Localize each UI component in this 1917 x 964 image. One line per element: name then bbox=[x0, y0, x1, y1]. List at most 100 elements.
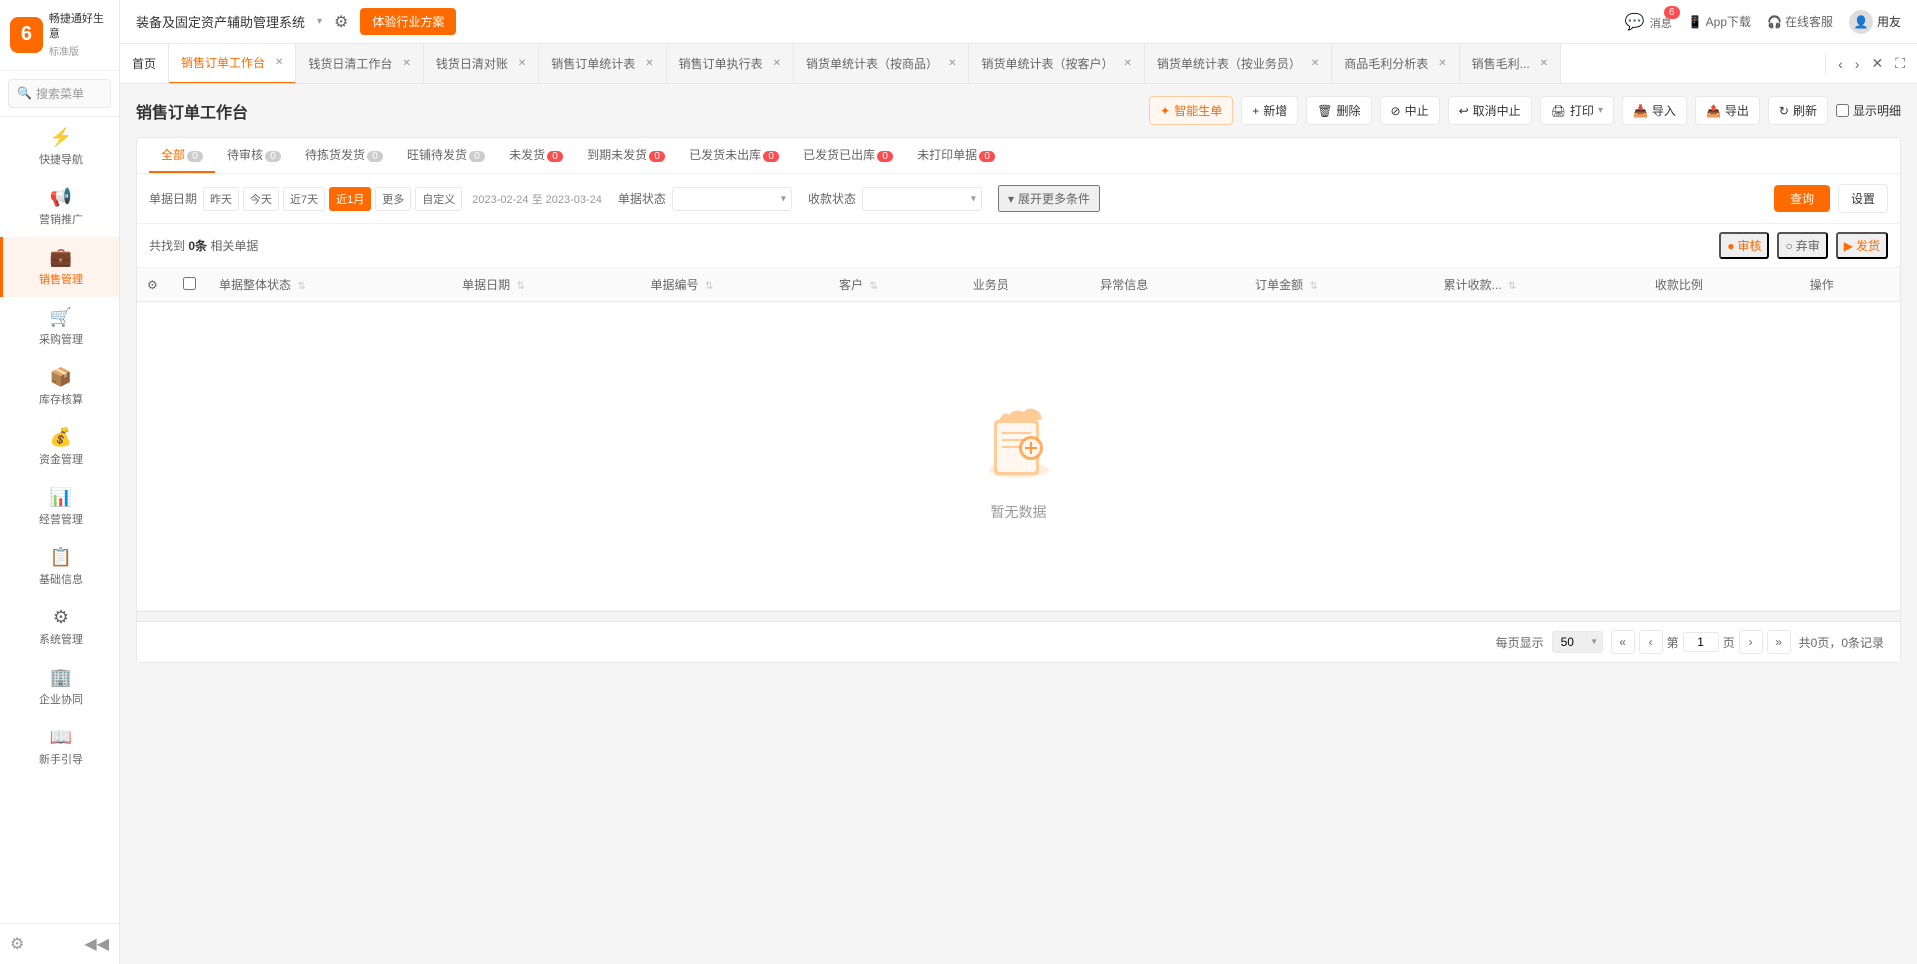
filter-tab-shipped-not-out[interactable]: 已发货未出库0 bbox=[677, 138, 791, 173]
tab-close-all[interactable]: ✕ bbox=[1867, 53, 1887, 74]
trial-button[interactable]: 体验行业方案 bbox=[360, 8, 456, 35]
tab-home[interactable]: 首页 bbox=[120, 44, 169, 84]
last-page-button[interactable]: » bbox=[1767, 630, 1791, 654]
tab-sales-workbench[interactable]: 销售订单工作台 ✕ bbox=[169, 44, 296, 84]
filter-tab-not-shipped[interactable]: 未发货0 bbox=[497, 138, 575, 173]
sidebar-item-guide[interactable]: 📖 新手引导 bbox=[0, 717, 119, 777]
print-button[interactable]: 🖨 打印 ▾ bbox=[1540, 96, 1614, 125]
filter-tab-wangpu[interactable]: 旺铺待发货0 bbox=[395, 138, 497, 173]
sidebar-item-quick-nav[interactable]: ⚡ 快捷导航 bbox=[0, 117, 119, 177]
settings-icon[interactable]: ⚙ bbox=[10, 934, 24, 954]
cancel-stop-button[interactable]: ↩ 取消中止 bbox=[1448, 96, 1532, 125]
stop-button[interactable]: ⊘ 中止 bbox=[1380, 96, 1440, 125]
tab-maximize[interactable]: ⛶ bbox=[1891, 53, 1909, 74]
print-dropdown-arrow[interactable]: ▾ bbox=[1598, 105, 1603, 116]
tab-sales-summary-product-close[interactable]: ✕ bbox=[948, 58, 956, 69]
filter-tab-not-printed[interactable]: 未打印单据0 bbox=[905, 138, 1007, 173]
prev-page-button[interactable]: ‹ bbox=[1639, 630, 1663, 654]
review-icon: ● bbox=[1727, 239, 1734, 253]
tab-gross-analysis-close[interactable]: ✕ bbox=[1438, 58, 1446, 69]
filter-tab-shipped-out[interactable]: 已发货已出库0 bbox=[791, 138, 905, 173]
horizontal-scrollbar[interactable] bbox=[137, 611, 1900, 621]
app-download[interactable]: 📱 App下载 bbox=[1688, 13, 1751, 30]
sidebar-item-system[interactable]: ⚙ 系统管理 bbox=[0, 597, 119, 657]
tab-nav-prev[interactable]: ‹ bbox=[1834, 54, 1847, 74]
status-select[interactable] bbox=[672, 187, 792, 211]
tab-sales-more-close[interactable]: ✕ bbox=[1540, 58, 1548, 69]
header-gear-icon[interactable]: ⚙ bbox=[334, 12, 348, 32]
review-button[interactable]: ● 审核 bbox=[1719, 232, 1769, 259]
tab-sales-summary-staff-close[interactable]: ✕ bbox=[1311, 58, 1319, 69]
date-today[interactable]: 今天 bbox=[243, 187, 279, 211]
date-1month[interactable]: 近1月 bbox=[329, 187, 371, 211]
tab-sales-more[interactable]: 销售毛利... ✕ bbox=[1460, 44, 1561, 84]
page-size-select[interactable]: 10 20 50 100 bbox=[1552, 631, 1603, 653]
tab-gross-analysis[interactable]: 商品毛利分析表 ✕ bbox=[1332, 44, 1459, 84]
display-detail-checkbox[interactable]: 显示明细 bbox=[1836, 102, 1901, 119]
tab-sales-summary-staff[interactable]: 销货单统计表（按业务员） ✕ bbox=[1145, 44, 1332, 84]
tab-sales-exec[interactable]: 销售订单执行表 ✕ bbox=[667, 44, 794, 84]
add-button[interactable]: + 新增 bbox=[1241, 96, 1298, 125]
payment-select[interactable] bbox=[862, 187, 982, 211]
search-menu-button[interactable]: 🔍 搜索菜单 bbox=[8, 79, 111, 108]
tab-cash-reconcile-close[interactable]: ✕ bbox=[518, 58, 526, 69]
collapse-icon[interactable]: ◀◀ bbox=[84, 934, 109, 954]
date-more[interactable]: 更多 bbox=[375, 187, 411, 211]
tab-sales-workbench-close[interactable]: ✕ bbox=[275, 57, 283, 68]
quick-nav-label: 快捷导航 bbox=[39, 151, 83, 167]
online-service[interactable]: 🎧 在线客服 bbox=[1767, 13, 1833, 30]
tab-cash-daily[interactable]: 钱货日清工作台 ✕ bbox=[296, 44, 423, 84]
filter-tab-pending-receive[interactable]: 待拣货发货0 bbox=[293, 138, 395, 173]
tab-sales-summary-product[interactable]: 销货单统计表（按商品） ✕ bbox=[794, 44, 969, 84]
table-scroll-container[interactable]: ⚙ 单据整体状态 ⇅ 单据日期 ⇅ bbox=[137, 268, 1900, 611]
sidebar-item-purchase[interactable]: 🛒 采购管理 bbox=[0, 297, 119, 357]
filter-tab-overdue-not-shipped[interactable]: 到期未发货0 bbox=[575, 138, 677, 173]
header-dropdown-arrow[interactable]: ▾ bbox=[317, 16, 322, 27]
unreview-button[interactable]: ○ 弃审 bbox=[1777, 232, 1827, 259]
sidebar-item-basic-info[interactable]: 📋 基础信息 bbox=[0, 537, 119, 597]
date-custom[interactable]: 自定义 bbox=[415, 187, 462, 211]
tab-nav-next[interactable]: › bbox=[1851, 54, 1864, 74]
tab-sales-stats[interactable]: 销售订单统计表 ✕ bbox=[539, 44, 666, 84]
sidebar-item-enterprise[interactable]: 🏢 企业协同 bbox=[0, 657, 119, 717]
query-button[interactable]: 查询 bbox=[1774, 185, 1830, 212]
tab-sales-summary-customer[interactable]: 销货单统计表（按客户） ✕ bbox=[969, 44, 1144, 84]
delete-button[interactable]: 🗑 删除 bbox=[1306, 96, 1371, 125]
user-menu[interactable]: 👤 用友 bbox=[1849, 10, 1901, 34]
filter-tab-pending-review[interactable]: 待审核0 bbox=[215, 138, 293, 173]
display-detail-input[interactable] bbox=[1836, 104, 1849, 117]
col-no-sort[interactable]: ⇅ bbox=[705, 281, 713, 292]
ship-button[interactable]: ▶ 发货 bbox=[1836, 232, 1888, 259]
sidebar-item-inventory[interactable]: 📦 库存核算 bbox=[0, 357, 119, 417]
sidebar-item-sales[interactable]: 💼 销售管理 bbox=[0, 237, 119, 297]
tab-cash-daily-close[interactable]: ✕ bbox=[402, 58, 410, 69]
col-status-sort[interactable]: ⇅ bbox=[297, 281, 305, 292]
select-all-checkbox[interactable] bbox=[183, 277, 196, 290]
filter-tab-all[interactable]: 全部0 bbox=[149, 138, 215, 173]
date-yesterday[interactable]: 昨天 bbox=[203, 187, 239, 211]
message-center[interactable]: 💬 6 消息 bbox=[1624, 12, 1671, 32]
tab-sales-summary-customer-close[interactable]: ✕ bbox=[1123, 58, 1131, 69]
tab-sales-exec-close[interactable]: ✕ bbox=[773, 58, 781, 69]
date-7days[interactable]: 近7天 bbox=[283, 187, 325, 211]
sidebar-item-marketing[interactable]: 📢 营销推广 bbox=[0, 177, 119, 237]
col-amount-sort[interactable]: ⇅ bbox=[1310, 281, 1318, 292]
col-collected-sort[interactable]: ⇅ bbox=[1508, 281, 1516, 292]
settings-gear-icon[interactable]: ⚙ bbox=[147, 278, 158, 292]
set-button[interactable]: 设置 bbox=[1838, 184, 1888, 213]
page-input[interactable] bbox=[1683, 632, 1719, 652]
next-page-button[interactable]: › bbox=[1739, 630, 1763, 654]
tab-sales-stats-close[interactable]: ✕ bbox=[645, 58, 653, 69]
sidebar-search-area[interactable]: 🔍 搜索菜单 bbox=[0, 71, 119, 117]
sidebar-item-finance[interactable]: 💰 资金管理 bbox=[0, 417, 119, 477]
refresh-button[interactable]: ↻ 刷新 bbox=[1768, 96, 1828, 125]
col-date-sort[interactable]: ⇅ bbox=[516, 281, 524, 292]
first-page-button[interactable]: « bbox=[1611, 630, 1635, 654]
col-customer-sort[interactable]: ⇅ bbox=[869, 281, 877, 292]
import-button[interactable]: 📥 导入 bbox=[1622, 96, 1687, 125]
tab-cash-reconcile[interactable]: 钱货日清对账 ✕ bbox=[424, 44, 539, 84]
ai-generate-button[interactable]: ✦ 智能生单 bbox=[1149, 96, 1233, 125]
export-button[interactable]: 📤 导出 bbox=[1695, 96, 1760, 125]
expand-conditions-button[interactable]: ▾ 展开更多条件 bbox=[998, 185, 1100, 212]
sidebar-item-operations[interactable]: 📊 经营管理 bbox=[0, 477, 119, 537]
